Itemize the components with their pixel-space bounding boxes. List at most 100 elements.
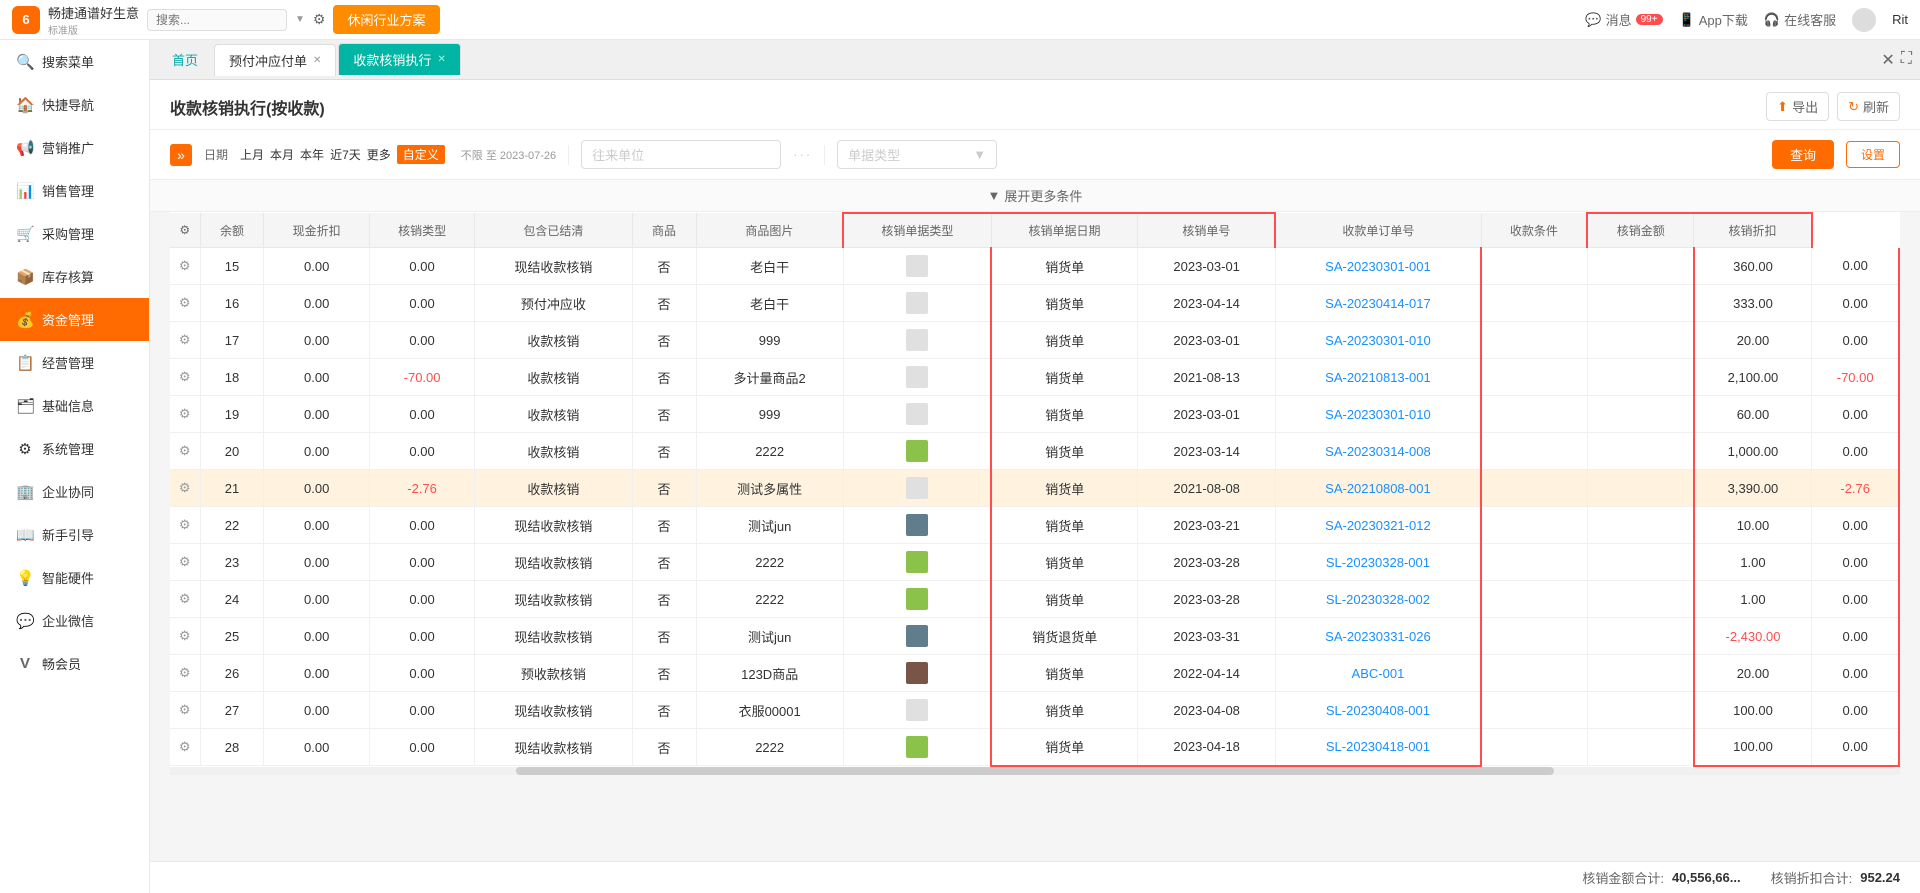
single-type-select[interactable]: 单据类型 ▼ bbox=[837, 140, 997, 169]
cell-write-off-slip-type: 销货单 bbox=[991, 544, 1138, 581]
cell-write-off-no[interactable]: SA-20230301-010 bbox=[1275, 322, 1481, 359]
write-off-no-link[interactable]: SA-20230301-001 bbox=[1325, 259, 1431, 274]
cell-write-off-no[interactable]: SA-20230331-026 bbox=[1275, 618, 1481, 655]
write-off-no-link[interactable]: SA-20230414-017 bbox=[1325, 296, 1431, 311]
write-off-no-link[interactable]: SA-20230321-012 bbox=[1325, 518, 1431, 533]
cell-cash-discount: 0.00 bbox=[369, 692, 474, 729]
cell-write-off-type: 现结收款核销 bbox=[475, 692, 632, 729]
write-off-no-link[interactable]: SA-20210813-001 bbox=[1325, 370, 1431, 385]
cell-settings[interactable]: ⚙ bbox=[170, 655, 200, 692]
cell-collection-order-no bbox=[1481, 655, 1587, 692]
date-opt-this-year[interactable]: 本年 bbox=[300, 146, 324, 163]
cell-write-off-no[interactable]: SA-20230314-008 bbox=[1275, 433, 1481, 470]
cell-collection-condition bbox=[1587, 396, 1693, 433]
cell-write-off-no[interactable]: SA-20230414-017 bbox=[1275, 285, 1481, 322]
cell-write-off-no[interactable]: SA-20230301-010 bbox=[1275, 396, 1481, 433]
sidebar-item-wechat[interactable]: 💬 企业微信 bbox=[0, 599, 149, 642]
cell-settings[interactable]: ⚙ bbox=[170, 322, 200, 359]
write-off-no-link[interactable]: ABC-001 bbox=[1352, 666, 1405, 681]
settings-button[interactable]: 设置 bbox=[1846, 141, 1900, 168]
cell-write-off-no[interactable]: SL-20230408-001 bbox=[1275, 692, 1481, 729]
gear-icon[interactable]: ⚙ bbox=[313, 11, 326, 28]
message-item[interactable]: 💬 消息 99+ bbox=[1585, 10, 1662, 29]
sidebar-item-member[interactable]: V 畅会员 bbox=[0, 642, 149, 685]
write-off-no-link[interactable]: SL-20230418-001 bbox=[1326, 739, 1430, 754]
sidebar-item-system[interactable]: ⚙ 系统管理 bbox=[0, 427, 149, 470]
cell-settings[interactable]: ⚙ bbox=[170, 359, 200, 396]
cell-include-settled: 否 bbox=[632, 692, 696, 729]
cell-goods: 测试jun bbox=[696, 507, 843, 544]
write-off-no-link[interactable]: SA-20230331-026 bbox=[1325, 629, 1431, 644]
write-off-no-link[interactable]: SA-20230314-008 bbox=[1325, 444, 1431, 459]
cell-write-off-slip-type: 销货单 bbox=[991, 729, 1138, 766]
search-input[interactable] bbox=[147, 9, 287, 31]
cell-settings[interactable]: ⚙ bbox=[170, 692, 200, 729]
date-opt-last-month[interactable]: 上月 bbox=[240, 146, 264, 163]
cell-write-off-no[interactable]: SA-20210813-001 bbox=[1275, 359, 1481, 396]
cell-write-off-no[interactable]: SA-20210808-001 bbox=[1275, 470, 1481, 507]
cell-settings[interactable]: ⚙ bbox=[170, 470, 200, 507]
write-off-no-link[interactable]: SA-20210808-001 bbox=[1325, 481, 1431, 496]
write-off-no-link[interactable]: SL-20230328-001 bbox=[1326, 555, 1430, 570]
tab-prepay[interactable]: 预付冲应付单 ✕ bbox=[214, 44, 336, 76]
cell-settings[interactable]: ⚙ bbox=[170, 618, 200, 655]
export-icon: ⬆ bbox=[1777, 99, 1788, 115]
cell-settings[interactable]: ⚙ bbox=[170, 248, 200, 285]
tab-close-collection[interactable]: ✕ bbox=[437, 54, 445, 65]
cell-settings[interactable]: ⚙ bbox=[170, 396, 200, 433]
cell-write-off-no[interactable]: SL-20230328-002 bbox=[1275, 581, 1481, 618]
system-icon: ⚙ bbox=[16, 440, 34, 458]
cell-settings[interactable]: ⚙ bbox=[170, 544, 200, 581]
expand-conditions-button[interactable]: ▼ 展开更多条件 bbox=[988, 186, 1083, 205]
write-off-no-link[interactable]: SL-20230328-002 bbox=[1326, 592, 1430, 607]
date-opt-custom[interactable]: 自定义 bbox=[397, 145, 445, 164]
sidebar-item-operations[interactable]: 📋 经营管理 bbox=[0, 341, 149, 384]
cell-write-off-no[interactable]: SL-20230328-001 bbox=[1275, 544, 1481, 581]
cell-write-off-no[interactable]: SA-20230301-001 bbox=[1275, 248, 1481, 285]
partner-input[interactable]: 往来单位 bbox=[581, 140, 781, 169]
sidebar-item-smart-hardware[interactable]: 💡 智能硬件 bbox=[0, 556, 149, 599]
scroll-bar[interactable] bbox=[170, 767, 1900, 775]
filter-toggle-button[interactable]: » bbox=[170, 144, 192, 166]
maximize-icon[interactable]: ⛶ bbox=[1901, 50, 1912, 70]
sidebar-item-finance[interactable]: 💰 资金管理 bbox=[0, 298, 149, 341]
sidebar-item-guide[interactable]: 📖 新手引导 bbox=[0, 513, 149, 556]
write-off-no-link[interactable]: SA-20230301-010 bbox=[1325, 407, 1431, 422]
cell-settings[interactable]: ⚙ bbox=[170, 581, 200, 618]
tab-close-prepay[interactable]: ✕ bbox=[313, 55, 321, 66]
scroll-thumb[interactable] bbox=[516, 767, 1554, 775]
sidebar-item-purchase[interactable]: 🛒 采购管理 bbox=[0, 212, 149, 255]
write-off-no-link[interactable]: SL-20230408-001 bbox=[1326, 703, 1430, 718]
cell-goods: 2222 bbox=[696, 581, 843, 618]
sidebar-item-marketing[interactable]: 📢 营销推广 bbox=[0, 126, 149, 169]
cell-settings[interactable]: ⚙ bbox=[170, 285, 200, 322]
cell-settings[interactable]: ⚙ bbox=[170, 507, 200, 544]
export-button[interactable]: ⬆ 导出 bbox=[1766, 92, 1829, 121]
industry-button[interactable]: 休闲行业方案 bbox=[333, 5, 439, 34]
sidebar-item-inventory[interactable]: 📦 库存核算 bbox=[0, 255, 149, 298]
date-opt-7days[interactable]: 近7天 bbox=[330, 146, 361, 163]
table-container[interactable]: ⚙ 余额 现金折扣 核销类型 包含已结清 商品 商品图片 核销单据类型 核销单据… bbox=[150, 212, 1920, 861]
write-off-no-link[interactable]: SA-20230301-010 bbox=[1325, 333, 1431, 348]
cell-write-off-no[interactable]: SA-20230321-012 bbox=[1275, 507, 1481, 544]
cell-goods-image bbox=[843, 507, 991, 544]
cell-settings[interactable]: ⚙ bbox=[170, 729, 200, 766]
date-opt-this-month[interactable]: 本月 bbox=[270, 146, 294, 163]
sidebar-item-sales[interactable]: 📊 销售管理 bbox=[0, 169, 149, 212]
sidebar-item-quick-nav[interactable]: 🏠 快捷导航 bbox=[0, 83, 149, 126]
sidebar-item-search[interactable]: 🔍 搜索菜单 bbox=[0, 40, 149, 83]
tab-collection[interactable]: 收款核销执行 ✕ bbox=[338, 43, 460, 76]
query-button[interactable]: 查询 bbox=[1772, 140, 1834, 169]
cell-settings[interactable]: ⚙ bbox=[170, 433, 200, 470]
refresh-button[interactable]: ↻ 刷新 bbox=[1837, 92, 1900, 121]
col-settings[interactable]: ⚙ bbox=[170, 213, 200, 248]
online-service-item[interactable]: 🎧 在线客服 bbox=[1764, 10, 1836, 29]
sidebar-item-base-info[interactable]: 🗂 基础信息 bbox=[0, 384, 149, 427]
cell-write-off-no[interactable]: ABC-001 bbox=[1275, 655, 1481, 692]
date-opt-more[interactable]: 更多 bbox=[367, 146, 391, 163]
sidebar-item-enterprise[interactable]: 🏢 企业协同 bbox=[0, 470, 149, 513]
minimize-icon[interactable]: ✕ bbox=[1881, 50, 1894, 70]
tab-home[interactable]: 首页 bbox=[158, 44, 212, 75]
app-download-item[interactable]: 📱 App下载 bbox=[1679, 10, 1748, 29]
cell-write-off-no[interactable]: SL-20230418-001 bbox=[1275, 729, 1481, 766]
